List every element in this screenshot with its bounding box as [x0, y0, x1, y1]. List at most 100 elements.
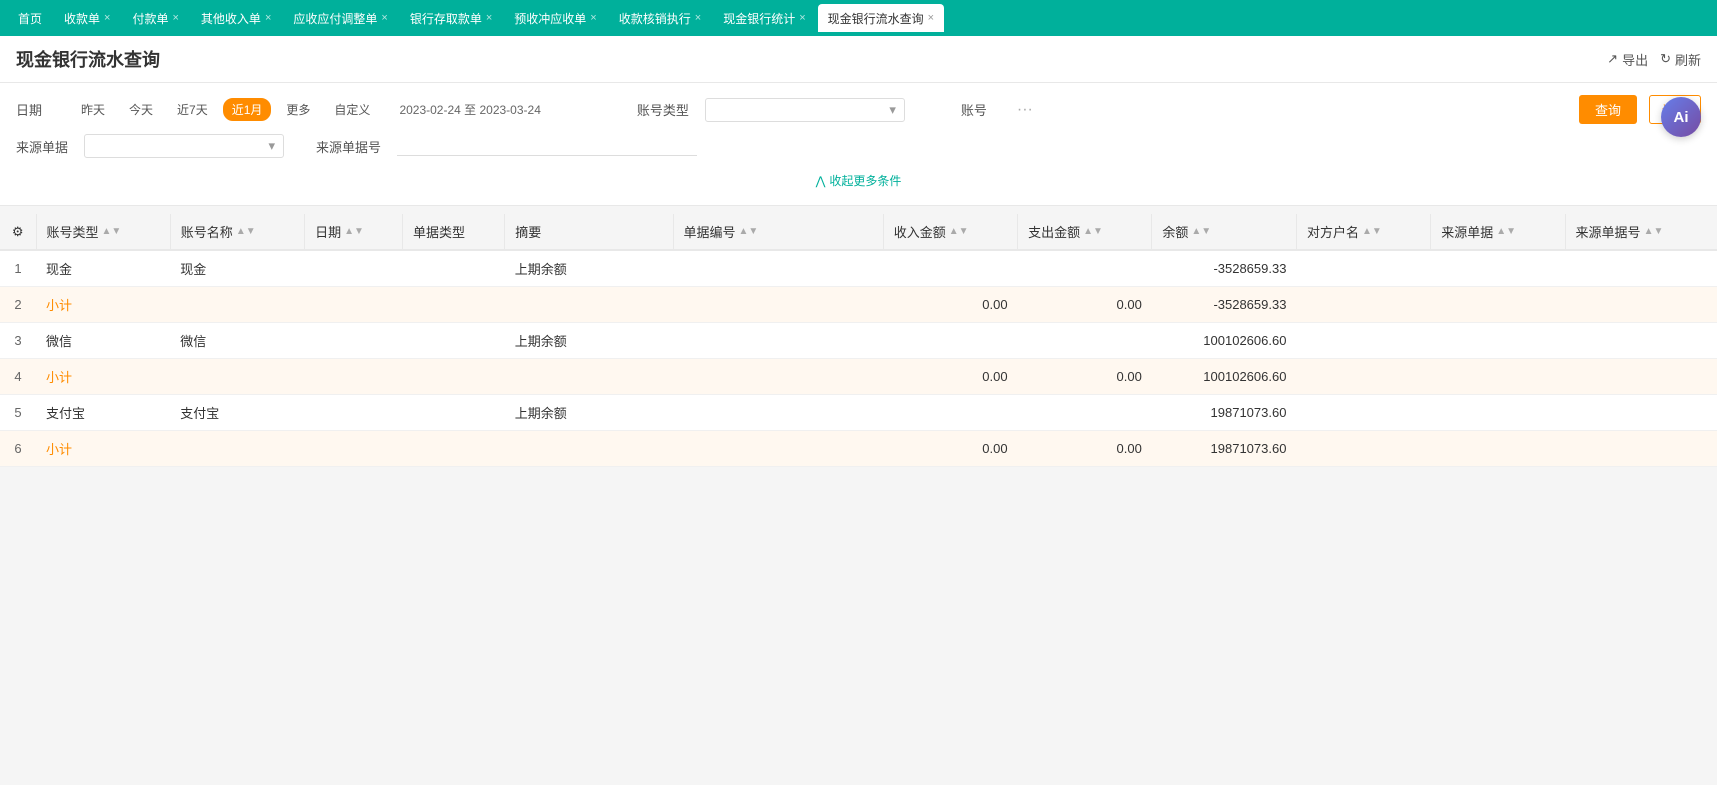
- cell-balance-1: -3528659.33: [1152, 287, 1297, 323]
- account-type-select[interactable]: ▾: [705, 98, 905, 122]
- cell-income-4: [883, 395, 1017, 431]
- cell-date-5: [305, 431, 403, 467]
- nav-tab-payment[interactable]: 付款单 ×: [122, 4, 188, 32]
- nav-tab-cash-flow-close[interactable]: ×: [928, 12, 934, 24]
- th-date[interactable]: 日期 ▲▼: [305, 214, 403, 250]
- th-account-type-label: 账号类型: [47, 222, 99, 241]
- cell-source-doc-5: [1431, 431, 1565, 467]
- account-no-more-icon[interactable]: ···: [1017, 101, 1033, 119]
- table-body: 1 现金 现金 上期余额 -3528659.33 2 小计 0.00 0.00 …: [0, 250, 1717, 467]
- table-row[interactable]: 5 支付宝 支付宝 上期余额 19871073.60: [0, 395, 1717, 431]
- table-row[interactable]: 2 小计 0.00 0.00 -3528659.33: [0, 287, 1717, 323]
- th-income-label: 收入金额: [894, 222, 946, 241]
- nav-tab-cash-flow[interactable]: 现金银行流水查询 ×: [818, 4, 944, 32]
- cell-doc-type-2: [402, 323, 504, 359]
- export-button[interactable]: ↗ 导出: [1607, 50, 1648, 69]
- cell-date-2: [305, 323, 403, 359]
- nav-tab-bank-deposit-close[interactable]: ×: [486, 12, 492, 24]
- table-row[interactable]: 3 微信 微信 上期余额 100102606.60: [0, 323, 1717, 359]
- date-btn-yesterday[interactable]: 昨天: [72, 98, 114, 121]
- th-account-type[interactable]: 账号类型 ▲▼: [36, 214, 170, 250]
- data-table: ⚙ 账号类型 ▲▼ 账号名称 ▲▼ 日期: [0, 214, 1717, 467]
- nav-tab-ar-ap-adjust-close[interactable]: ×: [381, 12, 387, 24]
- table-row[interactable]: 1 现金 现金 上期余额 -3528659.33: [0, 250, 1717, 287]
- date-btn-1month[interactable]: 近1月: [223, 98, 272, 121]
- nav-tab-pre-receipt[interactable]: 预收冲应收单 ×: [504, 4, 606, 32]
- page-header: 现金银行流水查询 ↗ 导出 ↻ 刷新: [0, 36, 1717, 83]
- th-counterpart[interactable]: 对方户名 ▲▼: [1296, 214, 1430, 250]
- nav-tab-other-income[interactable]: 其他收入单 ×: [191, 4, 281, 32]
- collapse-chevron-icon: ⋀: [816, 174, 826, 188]
- th-account-name[interactable]: 账号名称 ▲▼: [170, 214, 304, 250]
- date-btn-today[interactable]: 今天: [120, 98, 162, 121]
- nav-tab-bank-deposit[interactable]: 银行存取款单 ×: [400, 4, 502, 32]
- account-type-label: 账号类型: [637, 100, 689, 119]
- source-doc-select[interactable]: ▾: [84, 134, 284, 158]
- cell-balance-5: 19871073.60: [1152, 431, 1297, 467]
- cell-index-1: 2: [0, 287, 36, 323]
- sort-icon-expense: ▲▼: [1083, 227, 1103, 237]
- account-no-label: 账号: [961, 100, 1001, 119]
- th-expense-label: 支出金额: [1028, 222, 1080, 241]
- sort-icon-doc-no: ▲▼: [739, 227, 759, 237]
- nav-tab-collection-exec[interactable]: 收款核销执行 ×: [609, 4, 711, 32]
- cell-date-3: [305, 359, 403, 395]
- cell-doc-type-3: [402, 359, 504, 395]
- query-button[interactable]: 查询: [1579, 95, 1637, 124]
- th-summary[interactable]: 摘要: [505, 214, 673, 250]
- nav-tab-ar-ap-adjust[interactable]: 应收应付调整单 ×: [283, 4, 397, 32]
- nav-tab-receipt-close[interactable]: ×: [104, 12, 110, 24]
- source-doc-label: 来源单据: [16, 137, 68, 156]
- table-row[interactable]: 4 小计 0.00 0.00 100102606.60: [0, 359, 1717, 395]
- cell-account-name-1: [170, 287, 304, 323]
- th-balance[interactable]: 余额 ▲▼: [1152, 214, 1297, 250]
- th-doc-type[interactable]: 单据类型: [402, 214, 504, 250]
- cell-income-5: 0.00: [883, 431, 1017, 467]
- source-doc-no-label: 来源单据号: [316, 137, 381, 156]
- nav-tab-home[interactable]: 首页: [8, 4, 52, 32]
- ai-label: Ai: [1674, 109, 1689, 126]
- nav-tab-receipt[interactable]: 收款单 ×: [54, 4, 120, 32]
- cell-balance-2: 100102606.60: [1152, 323, 1297, 359]
- date-btn-more[interactable]: 更多: [277, 98, 319, 121]
- th-expense[interactable]: 支出金额 ▲▼: [1018, 214, 1152, 250]
- nav-tab-cash-stats-close[interactable]: ×: [799, 12, 805, 24]
- cell-expense-0: [1018, 250, 1152, 287]
- ai-assistant-button[interactable]: Ai: [1661, 97, 1701, 137]
- cell-doc-type-0: [402, 250, 504, 287]
- filter-row-1: 日期 昨天 今天 近7天 近1月 更多 自定义 2023-02-24 至 202…: [16, 95, 1701, 124]
- th-source-doc[interactable]: 来源单据 ▲▼: [1431, 214, 1565, 250]
- cell-index-2: 3: [0, 323, 36, 359]
- nav-tab-pre-receipt-close[interactable]: ×: [590, 12, 596, 24]
- nav-tab-other-income-close[interactable]: ×: [265, 12, 271, 24]
- cell-date-4: [305, 395, 403, 431]
- date-btn-custom[interactable]: 自定义: [325, 98, 379, 121]
- filter-row-2: 来源单据 ▾ 来源单据号: [16, 134, 1701, 158]
- nav-tab-payment-close[interactable]: ×: [172, 12, 178, 24]
- table-settings-gear-icon[interactable]: ⚙: [12, 224, 24, 239]
- nav-tab-collection-exec-close[interactable]: ×: [695, 12, 701, 24]
- cell-counterpart-5: [1296, 431, 1430, 467]
- nav-tab-cash-stats[interactable]: 现金银行统计 ×: [713, 4, 815, 32]
- cell-doc-no-3: [673, 359, 883, 395]
- collapse-conditions-bar[interactable]: ⋀ 收起更多条件: [16, 168, 1701, 193]
- th-doc-no[interactable]: 单据编号 ▲▼: [673, 214, 883, 250]
- source-doc-dropdown-icon: ▾: [268, 138, 275, 154]
- cell-source-doc-2: [1431, 323, 1565, 359]
- th-settings[interactable]: ⚙: [0, 214, 36, 250]
- cell-doc-no-0: [673, 250, 883, 287]
- cell-income-0: [883, 250, 1017, 287]
- cell-source-doc-no-5: [1565, 431, 1717, 467]
- th-income[interactable]: 收入金额 ▲▼: [883, 214, 1017, 250]
- export-label: 导出: [1622, 50, 1648, 69]
- refresh-button[interactable]: ↻ 刷新: [1660, 50, 1701, 69]
- source-doc-no-input[interactable]: [397, 136, 697, 156]
- th-account-name-label: 账号名称: [181, 222, 233, 241]
- nav-tab-other-income-label: 其他收入单: [201, 10, 261, 27]
- cell-account-type-5: 小计: [36, 431, 170, 467]
- table-row[interactable]: 6 小计 0.00 0.00 19871073.60: [0, 431, 1717, 467]
- date-range-display: 2023-02-24 至 2023-03-24: [399, 101, 540, 118]
- date-btn-7days[interactable]: 近7天: [168, 98, 217, 121]
- th-source-doc-no[interactable]: 来源单据号 ▲▼: [1565, 214, 1717, 250]
- cell-source-doc-no-3: [1565, 359, 1717, 395]
